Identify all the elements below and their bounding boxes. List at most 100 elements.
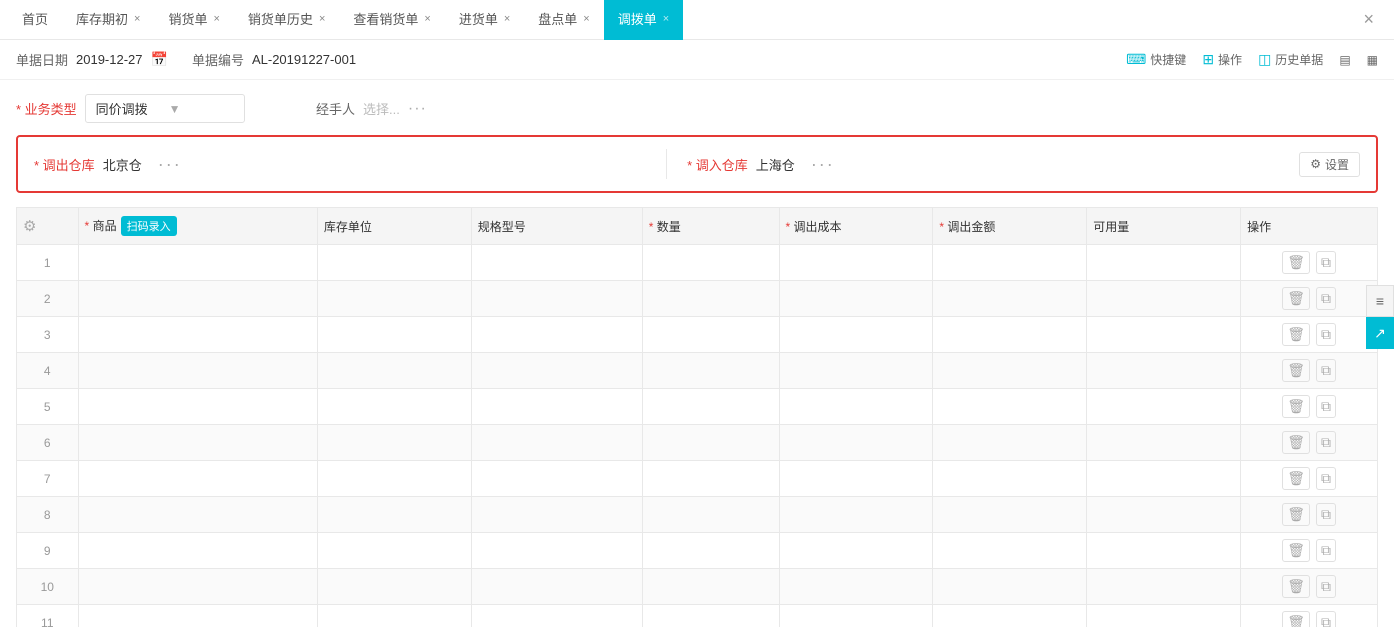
row-available-3[interactable] (1087, 317, 1241, 353)
copy-icon-3[interactable]: ⧉ (1316, 323, 1336, 346)
row-available-11[interactable] (1087, 605, 1241, 628)
tab-transfer-close[interactable]: × (663, 13, 669, 25)
row-cost-11[interactable] (779, 605, 933, 628)
operations-action[interactable]: ⊞ 操作 (1202, 51, 1242, 68)
delete-icon-9[interactable]: 🗑 (1282, 539, 1310, 562)
calendar-icon[interactable]: 📅 (151, 51, 168, 68)
copy-icon-1[interactable]: ⧉ (1316, 251, 1336, 274)
row-spec-2[interactable] (471, 281, 642, 317)
row-amount-8[interactable] (933, 497, 1087, 533)
row-unit-10[interactable] (317, 569, 471, 605)
row-cost-6[interactable] (779, 425, 933, 461)
row-spec-3[interactable] (471, 317, 642, 353)
row-spec-4[interactable] (471, 353, 642, 389)
tab-sales-order-close[interactable]: × (213, 13, 219, 25)
copy-icon-10[interactable]: ⧉ (1316, 575, 1336, 598)
layout2-action[interactable]: ▦ (1367, 53, 1378, 67)
row-product-2[interactable] (78, 281, 317, 317)
float-export-button[interactable]: ↗ (1366, 317, 1394, 349)
row-unit-8[interactable] (317, 497, 471, 533)
row-amount-7[interactable] (933, 461, 1087, 497)
row-cost-2[interactable] (779, 281, 933, 317)
row-available-9[interactable] (1087, 533, 1241, 569)
row-amount-4[interactable] (933, 353, 1087, 389)
tab-inventory-init[interactable]: 库存期初 × (62, 0, 154, 40)
row-qty-8[interactable] (642, 497, 779, 533)
table-container[interactable]: ⚙ 商品扫码录入 库存单位 规格型号 数量 调出成本 调出金额 可用量 操作 1 (16, 207, 1378, 627)
float-list-button[interactable]: ≡ (1366, 285, 1394, 317)
row-amount-10[interactable] (933, 569, 1087, 605)
copy-icon-7[interactable]: ⧉ (1316, 467, 1336, 490)
tab-sales-history[interactable]: 销货单历史 × (234, 0, 339, 40)
copy-icon-9[interactable]: ⧉ (1316, 539, 1336, 562)
delete-icon-1[interactable]: 🗑 (1282, 251, 1310, 274)
row-unit-11[interactable] (317, 605, 471, 628)
row-qty-3[interactable] (642, 317, 779, 353)
copy-icon-5[interactable]: ⧉ (1316, 395, 1336, 418)
row-spec-8[interactable] (471, 497, 642, 533)
handler-input[interactable]: 选择... (363, 99, 400, 118)
delete-icon-3[interactable]: 🗑 (1282, 323, 1310, 346)
row-cost-3[interactable] (779, 317, 933, 353)
tab-view-sales-close[interactable]: × (424, 13, 430, 25)
row-available-2[interactable] (1087, 281, 1241, 317)
delete-icon-7[interactable]: 🗑 (1282, 467, 1310, 490)
copy-icon-4[interactable]: ⧉ (1316, 359, 1336, 382)
row-product-9[interactable] (78, 533, 317, 569)
row-qty-10[interactable] (642, 569, 779, 605)
row-spec-7[interactable] (471, 461, 642, 497)
row-qty-1[interactable] (642, 245, 779, 281)
row-available-1[interactable] (1087, 245, 1241, 281)
row-product-10[interactable] (78, 569, 317, 605)
row-qty-2[interactable] (642, 281, 779, 317)
row-amount-5[interactable] (933, 389, 1087, 425)
row-unit-4[interactable] (317, 353, 471, 389)
copy-icon-8[interactable]: ⧉ (1316, 503, 1336, 526)
tab-sales-history-close[interactable]: × (319, 13, 325, 25)
delete-icon-6[interactable]: 🗑 (1282, 431, 1310, 454)
row-unit-5[interactable] (317, 389, 471, 425)
tab-sales-order[interactable]: 销货单 × (154, 0, 233, 40)
row-unit-2[interactable] (317, 281, 471, 317)
row-product-1[interactable] (78, 245, 317, 281)
business-type-select[interactable]: 同价调拨 ▼ (85, 94, 245, 123)
row-spec-11[interactable] (471, 605, 642, 628)
scan-button[interactable]: 扫码录入 (121, 216, 177, 236)
row-product-7[interactable] (78, 461, 317, 497)
copy-icon-6[interactable]: ⧉ (1316, 431, 1336, 454)
row-cost-8[interactable] (779, 497, 933, 533)
tab-view-sales[interactable]: 查看销货单 × (339, 0, 444, 40)
row-unit-6[interactable] (317, 425, 471, 461)
tab-inventory-check[interactable]: 盘点单 × (524, 0, 603, 40)
warehouse-in-more-icon[interactable]: ··· (811, 154, 835, 175)
delete-icon-10[interactable]: 🗑 (1282, 575, 1310, 598)
row-product-8[interactable] (78, 497, 317, 533)
row-amount-1[interactable] (933, 245, 1087, 281)
table-gear-icon[interactable]: ⚙ (23, 218, 36, 235)
row-unit-9[interactable] (317, 533, 471, 569)
copy-icon-2[interactable]: ⧉ (1316, 287, 1336, 310)
row-cost-10[interactable] (779, 569, 933, 605)
row-spec-5[interactable] (471, 389, 642, 425)
row-available-10[interactable] (1087, 569, 1241, 605)
row-product-3[interactable] (78, 317, 317, 353)
row-amount-9[interactable] (933, 533, 1087, 569)
settings-button[interactable]: ⚙ 设置 (1299, 152, 1360, 177)
row-spec-10[interactable] (471, 569, 642, 605)
delete-icon-4[interactable]: 🗑 (1282, 359, 1310, 382)
delete-icon-8[interactable]: 🗑 (1282, 503, 1310, 526)
row-qty-11[interactable] (642, 605, 779, 628)
row-qty-6[interactable] (642, 425, 779, 461)
row-spec-6[interactable] (471, 425, 642, 461)
row-cost-1[interactable] (779, 245, 933, 281)
row-qty-7[interactable] (642, 461, 779, 497)
row-product-11[interactable] (78, 605, 317, 628)
row-amount-6[interactable] (933, 425, 1087, 461)
shortcut-action[interactable]: ⌨ 快捷键 (1126, 51, 1186, 68)
row-qty-9[interactable] (642, 533, 779, 569)
row-amount-3[interactable] (933, 317, 1087, 353)
row-cost-4[interactable] (779, 353, 933, 389)
tab-purchase-close[interactable]: × (504, 13, 510, 25)
row-product-5[interactable] (78, 389, 317, 425)
row-unit-1[interactable] (317, 245, 471, 281)
